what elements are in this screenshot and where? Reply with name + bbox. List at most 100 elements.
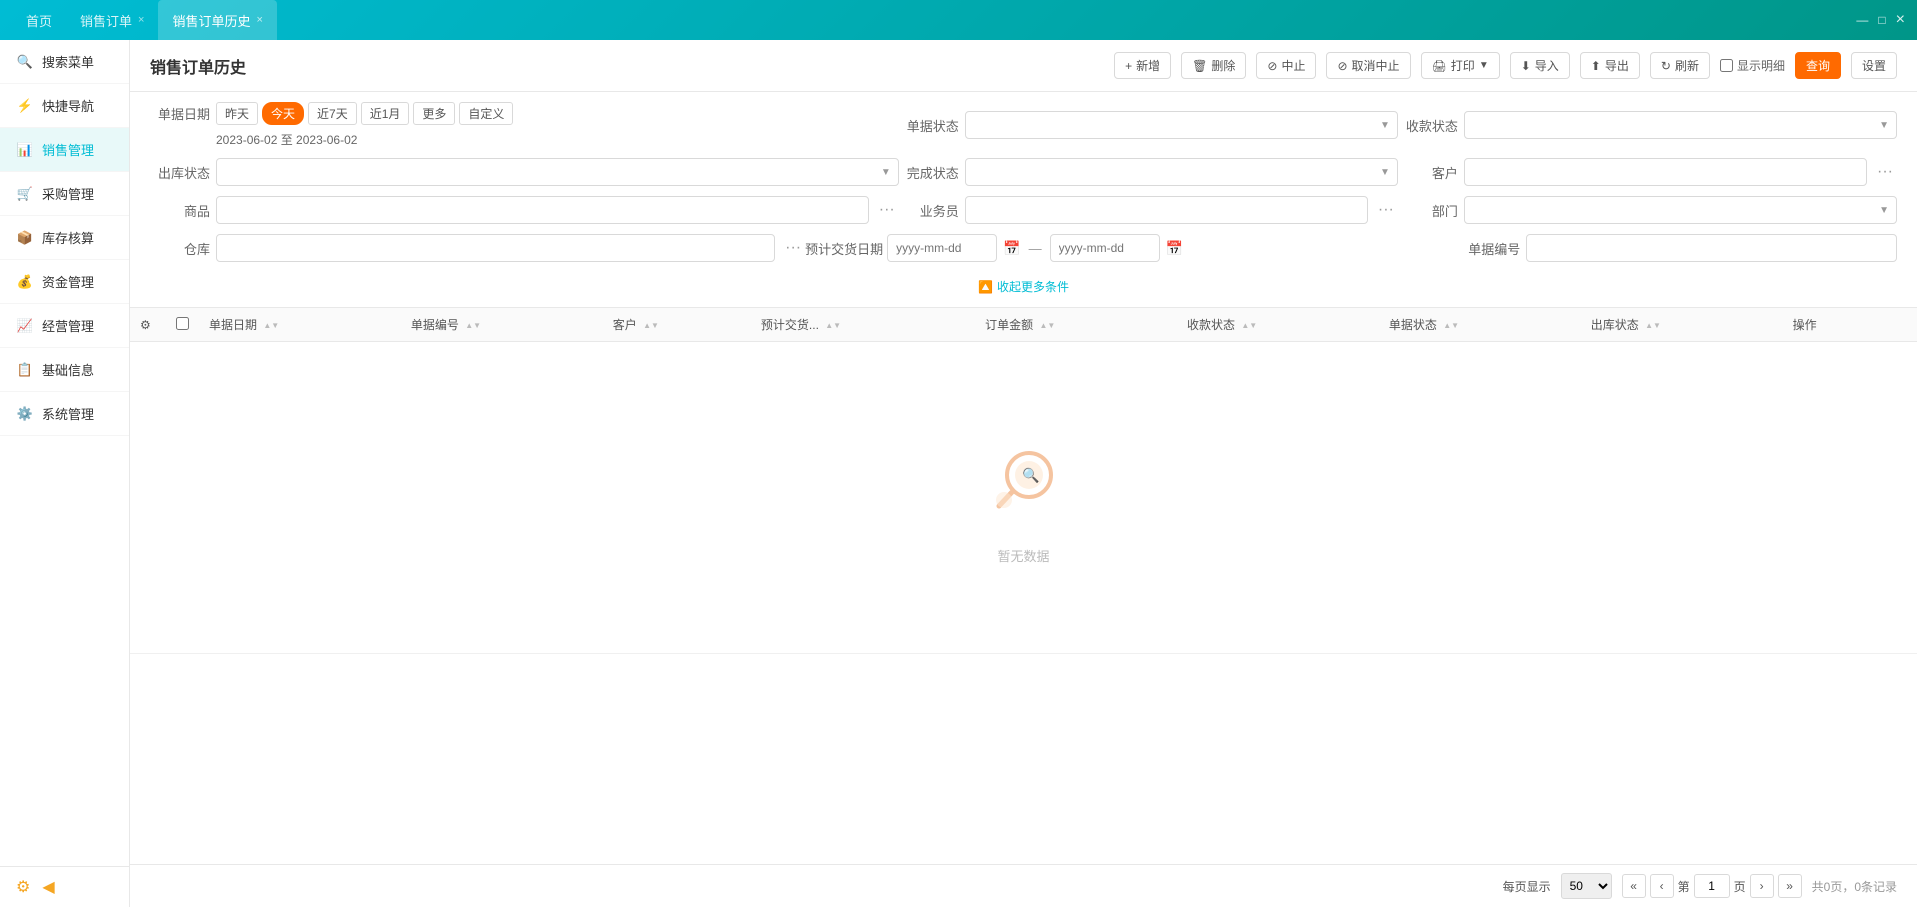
delivery-date-start-calendar-icon[interactable]: 📅 xyxy=(1003,240,1020,257)
th-amount-sort[interactable]: ▲▼ xyxy=(1040,322,1056,330)
department-label: 部门 xyxy=(1398,201,1458,220)
tab-sales-order[interactable]: 销售订单 × xyxy=(66,0,158,40)
stop-icon: ⊘ xyxy=(1267,59,1277,73)
th-customer-label: 客户 xyxy=(613,318,637,332)
complete-status-select[interactable] xyxy=(965,158,1398,186)
th-date-sort[interactable]: ▲▼ xyxy=(263,322,279,330)
window-maximize-btn[interactable]: □ xyxy=(1878,13,1885,27)
import-button[interactable]: ⬇ 导入 xyxy=(1510,52,1570,79)
th-number-sort[interactable]: ▲▼ xyxy=(465,322,481,330)
order-status-select[interactable] xyxy=(965,111,1398,139)
sidebar-item-inventory[interactable]: 📦 库存核算 xyxy=(0,216,129,260)
filter-date: 单据日期 昨天 今天 近7天 近1月 更多 自定义 2023-06-02 至 2… xyxy=(150,102,899,148)
print-button[interactable]: 🖨 打印 ▼ xyxy=(1421,52,1500,79)
tab-bar: 首页 销售订单 × 销售订单历史 × xyxy=(12,0,277,40)
filter-area: 单据日期 昨天 今天 近7天 近1月 更多 自定义 2023-06-02 至 2… xyxy=(130,92,1917,308)
stock-out-select[interactable] xyxy=(216,158,899,186)
delivery-date-label: 预计交货日期 xyxy=(805,239,883,258)
th-number-label: 单据编号 xyxy=(411,318,459,332)
first-page-btn[interactable]: « xyxy=(1622,874,1646,898)
query-button[interactable]: 查询 xyxy=(1795,52,1841,79)
sidebar-item-finance[interactable]: 💰 资金管理 xyxy=(0,260,129,304)
date-tag-group: 昨天 今天 近7天 近1月 更多 自定义 xyxy=(216,102,513,125)
show-detail-checkbox[interactable] xyxy=(1720,59,1733,72)
date-tag-yesterday[interactable]: 昨天 xyxy=(216,102,258,125)
window-close-btn[interactable]: × xyxy=(1896,11,1905,29)
sidebar-item-quick-nav[interactable]: ⚡ 快捷导航 xyxy=(0,84,129,128)
salesperson-input[interactable] xyxy=(965,196,1368,224)
cancel-stop-button[interactable]: ⊘ 取消中止 xyxy=(1326,52,1410,79)
th-customer: 客户 ▲▼ xyxy=(603,308,751,342)
department-select-wrap: ▼ xyxy=(1464,196,1897,224)
payment-status-select-wrap: ▼ xyxy=(1464,111,1897,139)
empty-row: 🔍 暂无数据 xyxy=(130,342,1917,654)
th-order-status-sort[interactable]: ▲▼ xyxy=(1443,322,1459,330)
select-all-checkbox[interactable] xyxy=(176,317,189,330)
next-page-btn[interactable]: › xyxy=(1750,874,1774,898)
sidebar-item-purchase-mgmt[interactable]: 🛒 采购管理 xyxy=(0,172,129,216)
sidebar-item-operations[interactable]: 📈 经营管理 xyxy=(0,304,129,348)
delivery-date-end-calendar-icon[interactable]: 📅 xyxy=(1166,240,1183,257)
date-tag-today[interactable]: 今天 xyxy=(262,102,304,125)
department-select[interactable] xyxy=(1464,196,1897,224)
pagination-buttons: « ‹ 第 页 › » xyxy=(1622,874,1802,898)
total-text: 共0页，0条记录 xyxy=(1812,878,1897,895)
tab-sales-order-history-close[interactable]: × xyxy=(256,14,262,26)
delete-button[interactable]: 🗑 删除 xyxy=(1181,52,1246,79)
th-action-label: 操作 xyxy=(1793,318,1817,332)
import-icon: ⬇ xyxy=(1521,59,1531,73)
product-input[interactable] xyxy=(216,196,869,224)
collapse-button[interactable]: 🔼 收起更多条件 xyxy=(150,272,1897,297)
customer-input[interactable] xyxy=(1464,158,1867,186)
customer-dots[interactable]: ··· xyxy=(1873,163,1897,181)
warehouse-dots[interactable]: ··· xyxy=(781,239,805,257)
th-payment-status-sort[interactable]: ▲▼ xyxy=(1241,322,1257,330)
sidebar-label-system: 系统管理 xyxy=(42,404,94,423)
data-table: ⚙ 单据日期 ▲▼ 单据编号 ▲▼ xyxy=(130,308,1917,654)
th-customer-sort[interactable]: ▲▼ xyxy=(643,322,659,330)
order-number-input[interactable] xyxy=(1526,234,1897,262)
tab-home[interactable]: 首页 xyxy=(12,0,66,40)
date-tag-more[interactable]: 更多 xyxy=(413,102,455,125)
new-button[interactable]: + 新增 xyxy=(1114,52,1171,79)
salesperson-dots[interactable]: ··· xyxy=(1374,201,1398,219)
sidebar-item-system[interactable]: ⚙️ 系统管理 xyxy=(0,392,129,436)
warehouse-input[interactable] xyxy=(216,234,775,262)
sidebar-label-inventory: 库存核算 xyxy=(42,228,94,247)
date-tag-7days[interactable]: 近7天 xyxy=(308,102,357,125)
sidebar-item-base-info[interactable]: 📋 基础信息 xyxy=(0,348,129,392)
tab-sales-order-label: 销售订单 xyxy=(80,11,132,30)
sidebar-item-search-menu[interactable]: 🔍 搜索菜单 xyxy=(0,40,129,84)
delivery-date-start[interactable] xyxy=(887,234,997,262)
system-icon: ⚙️ xyxy=(16,405,34,423)
sidebar-item-sales-mgmt[interactable]: 📊 销售管理 xyxy=(0,128,129,172)
tab-sales-order-history[interactable]: 销售订单历史 × xyxy=(158,0,276,40)
stock-out-select-wrap: ▼ xyxy=(216,158,899,186)
stop-button[interactable]: ⊘ 中止 xyxy=(1256,52,1316,79)
filter-order-status: 单据状态 ▼ xyxy=(899,111,1398,139)
per-page-select[interactable]: 50 10 20 100 xyxy=(1561,873,1612,899)
prev-page-btn[interactable]: ‹ xyxy=(1650,874,1674,898)
last-page-btn[interactable]: » xyxy=(1778,874,1802,898)
date-tag-1month[interactable]: 近1月 xyxy=(361,102,410,125)
settings-button[interactable]: 设置 xyxy=(1851,52,1897,79)
filter-row-1: 单据日期 昨天 今天 近7天 近1月 更多 自定义 2023-06-02 至 2… xyxy=(150,102,1897,148)
tab-sales-order-close[interactable]: × xyxy=(138,14,144,26)
table-header-row: ⚙ 单据日期 ▲▼ 单据编号 ▲▼ xyxy=(130,308,1917,342)
product-dots[interactable]: ··· xyxy=(875,201,899,219)
payment-status-select[interactable] xyxy=(1464,111,1897,139)
window-minimize-btn[interactable]: — xyxy=(1856,13,1868,27)
settings-gear-icon[interactable]: ⚙ xyxy=(140,318,151,332)
th-checkbox xyxy=(166,308,199,342)
th-date-label: 单据日期 xyxy=(209,318,257,332)
export-button[interactable]: ⬆ 导出 xyxy=(1580,52,1640,79)
refresh-button[interactable]: ↻ 刷新 xyxy=(1650,52,1710,79)
sidebar-collapse-icon[interactable]: ◀ xyxy=(42,877,54,897)
delivery-date-end[interactable] xyxy=(1050,234,1160,262)
th-stock-out-status-sort[interactable]: ▲▼ xyxy=(1645,322,1661,330)
sidebar-settings-icon[interactable]: ⚙ xyxy=(16,877,30,897)
date-tag-custom[interactable]: 自定义 xyxy=(459,102,513,125)
page-unit: 页 xyxy=(1734,878,1746,895)
th-delivery-sort[interactable]: ▲▼ xyxy=(825,322,841,330)
page-number-input[interactable] xyxy=(1694,874,1730,898)
